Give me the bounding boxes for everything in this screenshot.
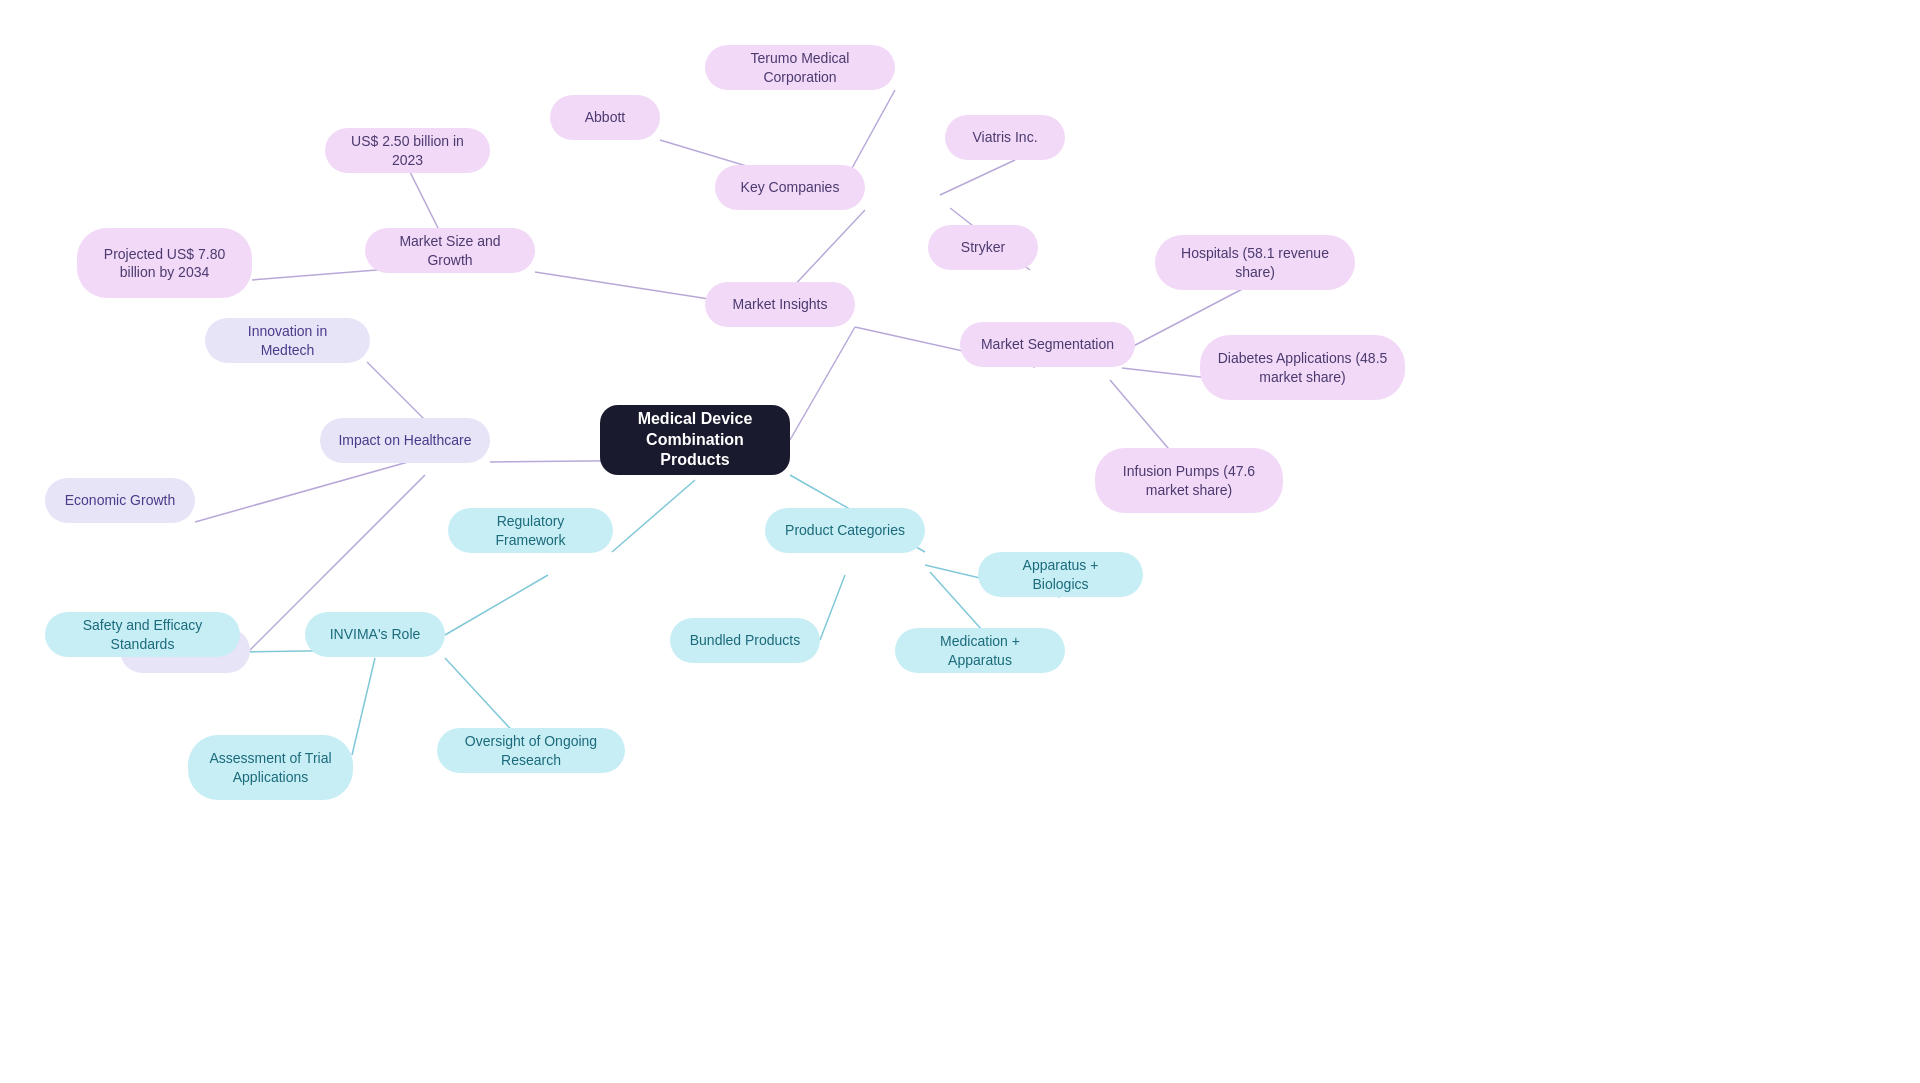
svg-line-19 xyxy=(445,575,548,635)
svg-line-21 xyxy=(352,658,375,755)
svg-line-5 xyxy=(790,210,865,290)
product-cats-node: Product Categories xyxy=(765,508,925,553)
apparatus-bio-node: Apparatus + Biologics xyxy=(978,552,1143,597)
stryker-node: Stryker xyxy=(928,225,1038,270)
viatris-node: Viatris Inc. xyxy=(945,115,1065,160)
key-companies-node: Key Companies xyxy=(715,165,865,210)
oversight-node: Oversight of Ongoing Research xyxy=(437,728,625,773)
market-size-node: Market Size and Growth xyxy=(365,228,535,273)
svg-line-17 xyxy=(195,460,415,522)
bundled-node: Bundled Products xyxy=(670,618,820,663)
safety-node: Safety and Efficacy Standards xyxy=(45,612,240,657)
market-seg-node: Market Segmentation xyxy=(960,322,1135,367)
innovation-node: Innovation in Medtech xyxy=(205,318,370,363)
us-2023-node: US$ 2.50 billion in 2023 xyxy=(325,128,490,173)
projected-node: Projected US$ 7.80 billion by 2034 xyxy=(77,228,252,298)
svg-line-2 xyxy=(612,480,695,552)
invima-node: INVIMA's Role xyxy=(305,612,445,657)
svg-line-0 xyxy=(790,327,855,440)
assessment-node: Assessment of Trial Applications xyxy=(188,735,353,800)
impact-node: Impact on Healthcare xyxy=(320,418,490,463)
infusion-node: Infusion Pumps (47.6 market share) xyxy=(1095,448,1283,513)
center-node: Medical Device Combination Products xyxy=(600,405,790,475)
svg-line-23 xyxy=(820,575,845,640)
market-insights-node: Market Insights xyxy=(705,282,855,327)
medication-node: Medication + Apparatus xyxy=(895,628,1065,673)
abbott-node: Abbott xyxy=(550,95,660,140)
regulatory-node: Regulatory Framework xyxy=(448,508,613,553)
hospitals-node: Hospitals (58.1 revenue share) xyxy=(1155,235,1355,290)
economic-node: Economic Growth xyxy=(45,478,195,523)
svg-line-11 xyxy=(940,160,1015,195)
terumo-node: Terumo Medical Corporation xyxy=(705,45,895,90)
diabetes-node: Diabetes Applications (48.5 market share… xyxy=(1200,335,1405,400)
